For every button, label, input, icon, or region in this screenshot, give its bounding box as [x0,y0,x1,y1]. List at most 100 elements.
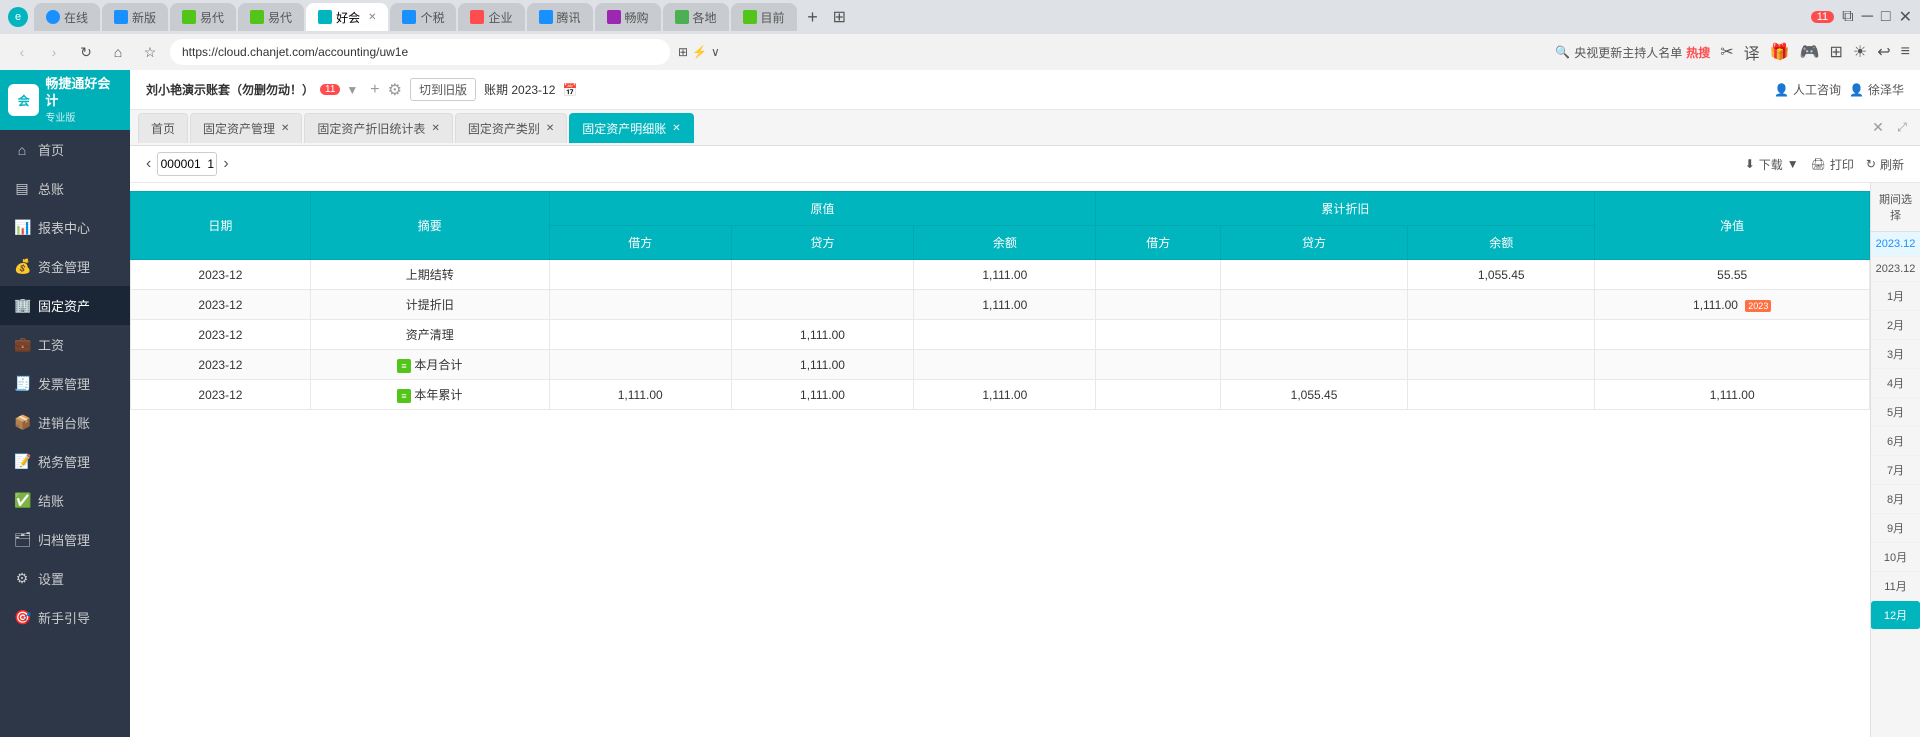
period-item-may[interactable]: 5月 [1871,398,1920,427]
tab-asset-detail-ledger-close[interactable]: ✕ [672,123,680,134]
tab-yidai1[interactable]: 易代 [170,3,236,31]
pagination-input[interactable] [157,152,217,176]
tab-asset-category[interactable]: 固定资产类别 ✕ [455,113,567,143]
period-item-aug[interactable]: 8月 [1871,485,1920,514]
period-item-dec[interactable]: 12月 [1871,601,1920,630]
forward-button[interactable]: › [42,40,66,64]
print-label: 打印 [1830,156,1854,173]
tab-gedi[interactable]: 各地 [663,3,729,31]
tab-depreciation-stats[interactable]: 固定资产折旧统计表 ✕ [304,113,452,143]
period-item-oct[interactable]: 10月 [1871,543,1920,572]
add-account-icon[interactable]: + [370,81,379,99]
undo-icon[interactable]: ↩ [1877,42,1890,62]
tab-chang[interactable]: 畅购 [595,3,661,31]
prev-page-button[interactable]: ‹ [146,155,151,173]
sidebar-item-assets-label: 固定资产 [38,296,90,315]
period-item-mar[interactable]: 3月 [1871,340,1920,369]
archive-icon: 🗂 [14,531,30,548]
period-item-2023-12-1[interactable]: 2023.12 [1871,232,1920,257]
tab-fixed-assets-mgmt-close[interactable]: ✕ [281,123,289,134]
cell-date-3: 2023-12 [131,320,311,350]
game-icon[interactable]: 🎮 [1800,42,1820,62]
print-button[interactable]: 🖨 打印 [1811,156,1854,173]
restore-down-icon[interactable]: ⧉ [1842,8,1853,26]
reload-button[interactable]: ↻ [74,40,98,64]
sidebar-item-fund-mgmt[interactable]: 💰 资金管理 [0,247,130,286]
sidebar-item-tax-mgmt[interactable]: 📝 税务管理 [0,442,130,481]
tab-customize-button[interactable]: ⊞ [829,7,850,27]
cell-date-1: 2023-12 [131,260,311,290]
period-item-jun[interactable]: 6月 [1871,427,1920,456]
grid-icon[interactable]: ⊞ [1830,42,1843,62]
window-close-button[interactable]: ✕ [1868,118,1888,138]
sidebar-item-general-ledger[interactable]: ▤ 总账 [0,169,130,208]
maximize-icon[interactable]: □ [1881,8,1891,26]
next-page-button[interactable]: › [223,155,228,173]
account-dropdown-icon[interactable]: ▼ [346,83,358,97]
scissors-icon[interactable]: ✂ [1720,42,1733,62]
tab-favicon-yidai1 [182,10,196,24]
address-input[interactable] [170,39,670,65]
sidebar-item-settings[interactable]: ⚙ 设置 [0,559,130,598]
settings-small-icon[interactable]: ⚙ [388,80,402,100]
sidebar-item-report-label: 报表中心 [38,218,90,237]
page-tool-icon3[interactable]: ∨ [711,45,720,59]
download-dropdown-icon[interactable]: ▼ [1787,157,1799,171]
sidebar-item-report-center[interactable]: 📊 报表中心 [0,208,130,247]
search-text: 央视更新主持人名单 [1574,44,1682,61]
period-item-feb[interactable]: 2月 [1871,311,1920,340]
gift-icon[interactable]: 🎁 [1770,42,1790,62]
sidebar-item-archive[interactable]: 🗂 归档管理 [0,520,130,559]
period-edit-icon[interactable]: 📅 [563,83,578,97]
sidebar-item-trade-ledger[interactable]: 📦 进销台账 [0,403,130,442]
tab-fixed-assets-mgmt[interactable]: 固定资产管理 ✕ [190,113,302,143]
tab-xinban[interactable]: 新版 [102,3,168,31]
tab-home[interactable]: 首页 [138,113,188,143]
sidebar-item-close-account[interactable]: ✅ 结账 [0,481,130,520]
tab-tengxun[interactable]: 腾讯 [527,3,593,31]
brightness-icon[interactable]: ☀ [1853,42,1867,62]
print-icon: 🖨 [1811,157,1826,171]
translate-icon[interactable]: 译 [1744,40,1760,64]
sidebar-item-fixed-assets[interactable]: 🏢 固定资产 [0,286,130,325]
user-menu-button[interactable]: 👤 徐泽华 [1849,81,1904,98]
period-item-jul[interactable]: 7月 [1871,456,1920,485]
sidebar-item-home[interactable]: ⌂ 首页 [0,130,130,169]
side-panel-header: 期间选择 [1871,183,1920,232]
tab-muqian[interactable]: 目前 [731,3,797,31]
tab-asset-detail-ledger[interactable]: 固定资产明细账 ✕ [569,113,693,143]
sidebar-item-guide[interactable]: 🎯 新手引导 [0,598,130,637]
new-tab-button[interactable]: + [799,3,827,31]
tab-asset-category-close[interactable]: ✕ [546,123,554,134]
search-bar[interactable]: 🔍 央视更新主持人名单 热搜 [1555,44,1710,61]
refresh-button[interactable]: ↻ 刷新 [1866,156,1904,173]
minimize-icon[interactable]: ─ [1862,8,1873,26]
period-item-jan[interactable]: 1月 [1871,282,1920,311]
window-maximize-button[interactable]: ⤢ [1892,118,1912,138]
tab-qiye[interactable]: 企业 [458,3,524,31]
sidebar-item-invoice[interactable]: 🧾 发票管理 [0,364,130,403]
tab-haohui[interactable]: 好会 ✕ [306,3,388,31]
back-button[interactable]: ‹ [10,40,34,64]
tab-close-haohui[interactable]: ✕ [368,12,376,23]
page-tool-icon1[interactable]: ⊞ [678,45,688,59]
sidebar-item-salary[interactable]: 💼 工资 [0,325,130,364]
period-item-2023-12-2[interactable]: 2023.12 [1871,257,1920,282]
cell-accum-debit-1 [1096,260,1220,290]
help-button[interactable]: 👤 人工咨询 [1774,81,1841,98]
page-tool-icon2[interactable]: ⚡ [692,45,707,59]
download-button[interactable]: ⬇ 下载 ▼ [1745,156,1799,173]
switch-version-button[interactable]: 切到旧版 [410,78,476,101]
menu-icon[interactable]: ≡ [1901,43,1910,61]
tab-geshui[interactable]: 个税 [390,3,456,31]
tab-depreciation-stats-close[interactable]: ✕ [431,123,439,134]
tab-yidai2[interactable]: 易代 [238,3,304,31]
cell-accum-credit-4 [1220,350,1407,380]
period-item-nov[interactable]: 11月 [1871,572,1920,601]
period-item-sep[interactable]: 9月 [1871,514,1920,543]
close-browser-icon[interactable]: ✕ [1899,7,1912,27]
period-item-apr[interactable]: 4月 [1871,369,1920,398]
home-button[interactable]: ⌂ [106,40,130,64]
tab-zaixin[interactable]: 在线 [34,3,100,31]
star-button[interactable]: ☆ [138,40,162,64]
